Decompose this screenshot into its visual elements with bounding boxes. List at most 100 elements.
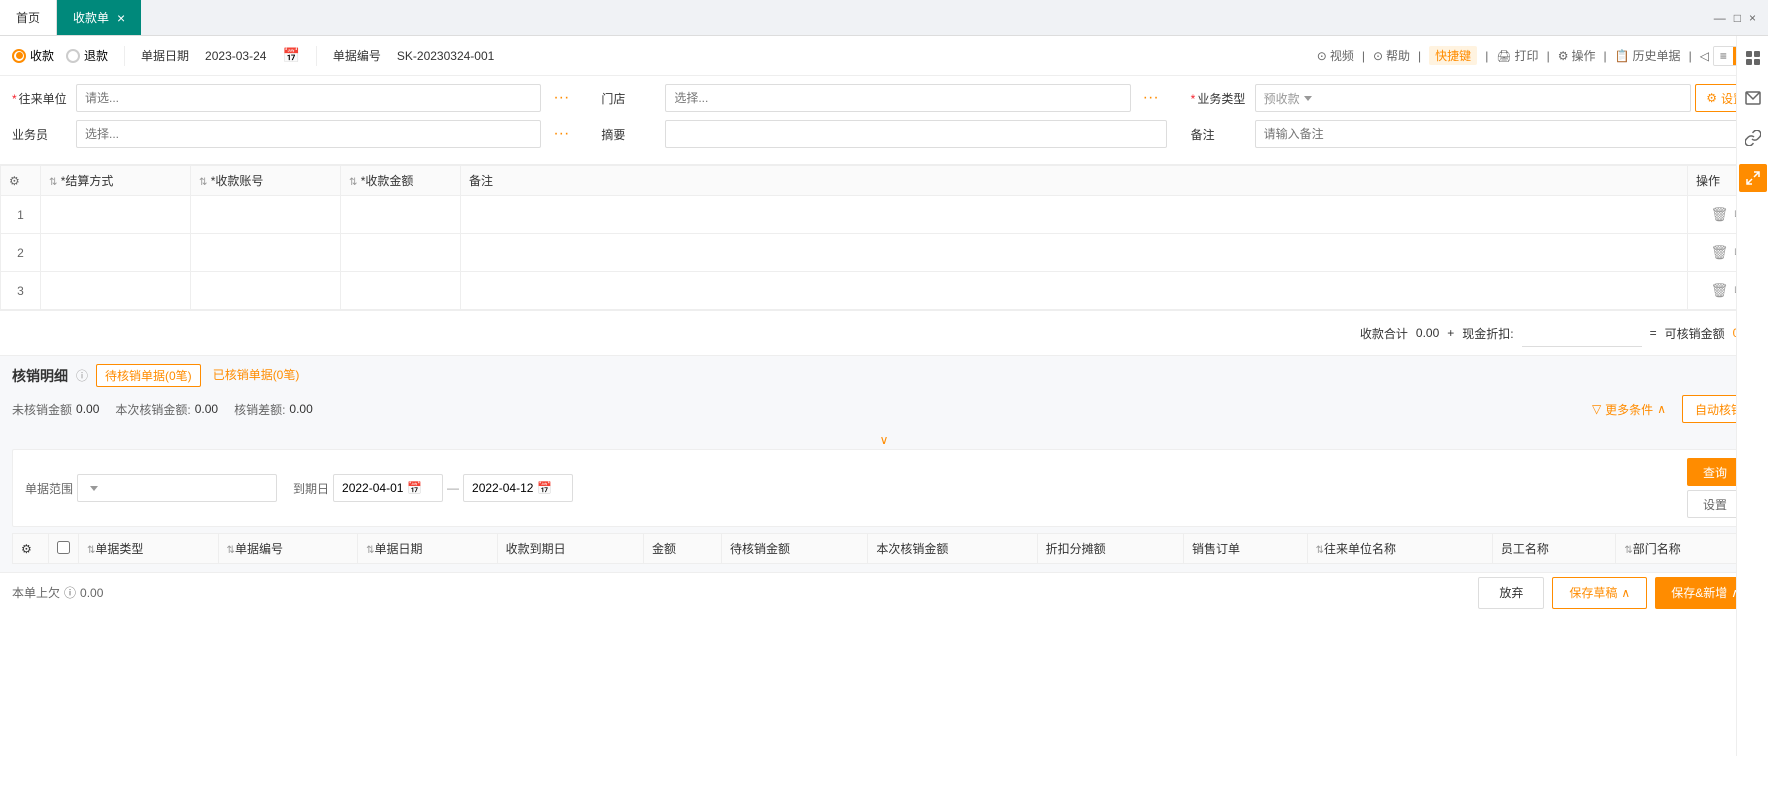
select-all-checkbox[interactable] bbox=[57, 541, 70, 554]
row-3-delete-icon[interactable]: 🗑 bbox=[1711, 282, 1729, 299]
order-value: 0.00 bbox=[80, 586, 103, 600]
staff-input[interactable] bbox=[76, 120, 541, 148]
side-expand-icon[interactable] bbox=[1739, 164, 1767, 192]
date-value[interactable]: 2023-03-24 bbox=[205, 49, 266, 63]
draft-chevron: ∧ bbox=[1621, 586, 1630, 600]
row-1-no: 1 bbox=[1, 196, 41, 234]
filter-chevron: ∧ bbox=[1657, 402, 1666, 416]
shortcut-btn[interactable]: 快捷键 bbox=[1429, 46, 1477, 65]
counterpart-input[interactable] bbox=[76, 84, 541, 112]
date-from-input[interactable]: 2022-04-01 📅 bbox=[333, 474, 443, 502]
discard-btn[interactable]: 放弃 bbox=[1478, 577, 1544, 609]
due-date-field: 到期日 2022-04-01 📅 — 2022-04-12 📅 bbox=[293, 474, 573, 502]
available-label: 可核销金额 bbox=[1665, 325, 1725, 342]
unchecked-label: 未核销金额 bbox=[12, 401, 72, 418]
remark-input[interactable] bbox=[1255, 120, 1756, 148]
business-type-value: 预收款 bbox=[1264, 90, 1300, 107]
date-separator: — bbox=[447, 481, 459, 495]
row-1-remark[interactable] bbox=[461, 196, 1688, 234]
row-2-settlement[interactable] bbox=[41, 234, 191, 272]
draft-btn-label: 保存草稿 bbox=[1569, 584, 1617, 601]
row-3-account[interactable] bbox=[191, 272, 341, 310]
receive-refund-radio: 收款 退款 bbox=[12, 47, 108, 64]
pending-tab[interactable]: 待核销单据(0笔) bbox=[96, 364, 201, 387]
th-action-label: 操作 bbox=[1696, 174, 1720, 188]
bth-date: ⇅单据日期 bbox=[358, 534, 498, 564]
table-row: 3 🗑 ⧉ bbox=[1, 272, 1768, 310]
done-tab[interactable]: 已核销单据(0笔) bbox=[205, 364, 308, 387]
list-view-btn[interactable]: ≡ bbox=[1714, 47, 1733, 65]
table-row: 1 🗑 ⧉ bbox=[1, 196, 1768, 234]
video-btn[interactable]: ⊙ 视频 bbox=[1317, 47, 1354, 64]
discount-input[interactable] bbox=[1522, 319, 1642, 347]
calendar-from-icon: 📅 bbox=[407, 481, 422, 495]
store-more-btn[interactable]: ··· bbox=[1135, 89, 1167, 107]
summary-input[interactable] bbox=[665, 120, 1166, 148]
footer: 本单上欠 ⓘ 0.00 放弃 保存草稿 ∧ 保存&新增 ∧ bbox=[0, 572, 1768, 612]
minimize-icon[interactable]: — bbox=[1714, 11, 1726, 25]
business-type-arrow bbox=[1304, 96, 1312, 101]
row-1-amount[interactable] bbox=[341, 196, 461, 234]
divider-1 bbox=[124, 46, 125, 66]
row-1-account[interactable] bbox=[191, 196, 341, 234]
tab-close-icon[interactable]: × bbox=[117, 10, 125, 26]
refund-radio[interactable]: 退款 bbox=[66, 47, 108, 64]
help-btn[interactable]: ⊙ 帮助 bbox=[1373, 47, 1410, 64]
bth-settings-icon[interactable]: ⚙ bbox=[21, 542, 32, 556]
collapse-arrow-icon[interactable]: ∨ bbox=[880, 433, 889, 447]
range-select[interactable] bbox=[77, 474, 277, 502]
prev-icon[interactable]: ◁ bbox=[1700, 49, 1709, 63]
close-window-icon[interactable]: × bbox=[1749, 11, 1756, 25]
tab-home[interactable]: 首页 bbox=[0, 0, 57, 35]
row-1-settlement[interactable] bbox=[41, 196, 191, 234]
row-2-amount[interactable] bbox=[341, 234, 461, 272]
current-value: 0.00 bbox=[195, 402, 218, 416]
table-container: ⚙ ⇅ *结算方式 ⇅ *收款账号 ⇅ *收款金额 备注 bbox=[0, 165, 1768, 311]
current-stat: 本次核销金额: 0.00 bbox=[115, 401, 218, 418]
side-email-icon[interactable] bbox=[1739, 84, 1767, 112]
settings-icon: ⚙ bbox=[1706, 91, 1717, 105]
draft-btn[interactable]: 保存草稿 ∧ bbox=[1552, 577, 1647, 609]
history-btn[interactable]: 📋 历史单据 bbox=[1615, 47, 1681, 64]
tab-active[interactable]: 收款单 × bbox=[57, 0, 141, 35]
staff-field: 业务员 ··· bbox=[12, 120, 577, 148]
row-2-remark[interactable] bbox=[461, 234, 1688, 272]
row-3-remark[interactable] bbox=[461, 272, 1688, 310]
row-3-settlement[interactable] bbox=[41, 272, 191, 310]
th-settings: ⚙ bbox=[1, 166, 41, 196]
more-filter-btn[interactable]: ▽ 更多条件 ∧ bbox=[1592, 401, 1666, 418]
date-to-input[interactable]: 2022-04-12 📅 bbox=[463, 474, 573, 502]
maximize-icon[interactable]: □ bbox=[1734, 11, 1741, 25]
info-icon[interactable]: ⓘ bbox=[76, 367, 88, 384]
store-input[interactable] bbox=[665, 84, 1130, 112]
form-area: 往来单位 ··· 门店 ··· 业务类型 预收款 ⚙ 设置 bbox=[0, 76, 1768, 165]
bth-number: ⇅单据编号 bbox=[218, 534, 358, 564]
side-link-icon[interactable] bbox=[1739, 124, 1767, 152]
bth-current-amount: 本次核销金额 bbox=[868, 534, 1037, 564]
row-2-account[interactable] bbox=[191, 234, 341, 272]
query-btn[interactable]: 查询 bbox=[1687, 458, 1743, 486]
window-controls: — □ × bbox=[1714, 11, 1768, 25]
remark-label: 备注 bbox=[1191, 126, 1251, 143]
staff-more-btn[interactable]: ··· bbox=[545, 125, 577, 143]
calendar-icon[interactable]: 📅 bbox=[282, 47, 299, 64]
side-table-icon[interactable] bbox=[1739, 44, 1767, 72]
row-2-delete-icon[interactable]: 🗑 bbox=[1711, 244, 1729, 261]
receive-radio[interactable]: 收款 bbox=[12, 47, 54, 64]
summary-label: 摘要 bbox=[601, 126, 661, 143]
operations-btn[interactable]: ⚙ 操作 bbox=[1558, 47, 1596, 64]
business-type-select[interactable]: 预收款 bbox=[1255, 84, 1692, 112]
row-1-delete-icon[interactable]: 🗑 bbox=[1711, 206, 1729, 223]
main-table: ⚙ ⇅ *结算方式 ⇅ *收款账号 ⇅ *收款金额 备注 bbox=[0, 165, 1768, 310]
bth-sales-order: 销售订单 bbox=[1184, 534, 1308, 564]
filter-settings-btn[interactable]: 设置 bbox=[1687, 490, 1743, 518]
row-3-amount[interactable] bbox=[341, 272, 461, 310]
counterpart-more-btn[interactable]: ··· bbox=[545, 89, 577, 107]
current-label: 本次核销金额: bbox=[115, 401, 190, 418]
business-type-label: 业务类型 bbox=[1191, 90, 1251, 107]
date-to-value: 2022-04-12 bbox=[472, 481, 533, 495]
range-chevron bbox=[90, 486, 98, 491]
print-btn[interactable]: 🖨 打印 bbox=[1496, 47, 1538, 64]
pending-tab-label: 待核销单据(0笔) bbox=[105, 369, 192, 383]
table-settings-icon[interactable]: ⚙ bbox=[9, 174, 20, 188]
